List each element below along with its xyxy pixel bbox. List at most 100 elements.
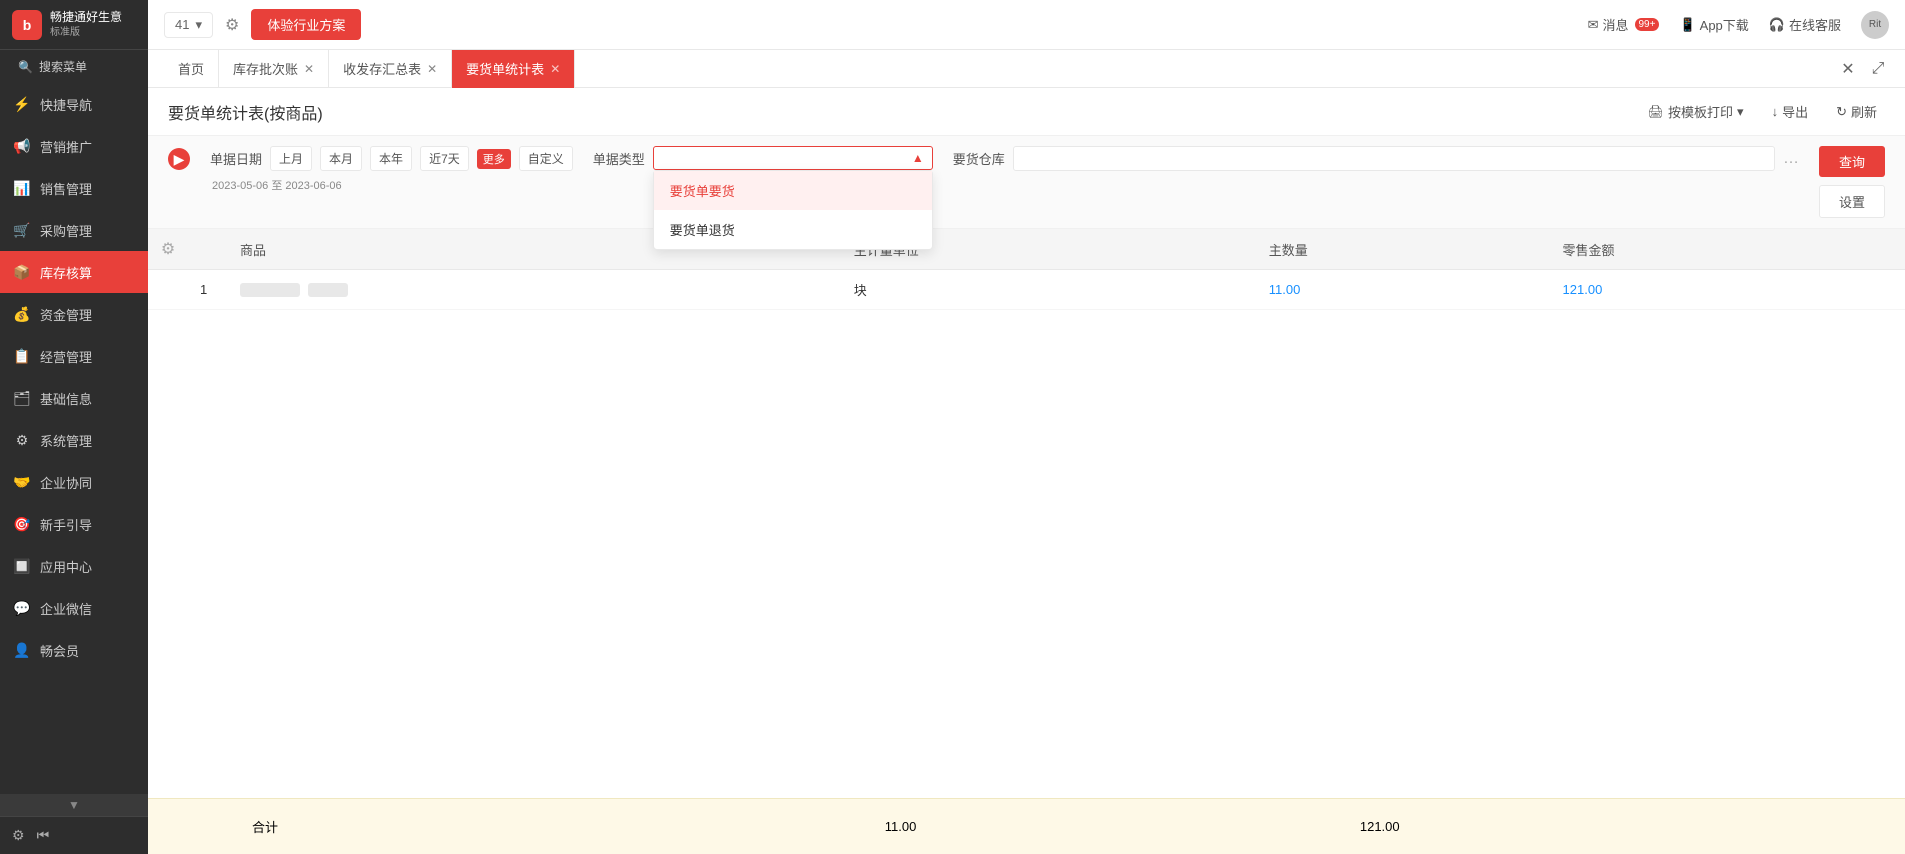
sidebar-item-finance[interactable]: 💰 资金管理: [0, 293, 148, 335]
sidebar-item-marketing[interactable]: 📢 营销推广: [0, 125, 148, 167]
sidebar-item-system[interactable]: ⚙ 系统管理: [0, 419, 148, 461]
tab-home[interactable]: 首页: [164, 50, 219, 88]
sidebar-item-inventory[interactable]: 📦 库存核算: [0, 251, 148, 293]
purchase-icon: 🛒: [12, 220, 32, 240]
sidebar-item-label: 畅会员: [40, 641, 79, 660]
tab-receivable-summary[interactable]: 收发存汇总表 ✕: [329, 50, 452, 88]
search-menu[interactable]: 🔍 搜索菜单: [0, 50, 148, 83]
footer-amount-cell: 121.00: [1348, 809, 1893, 844]
page-content: 要货单统计表(按商品) 🖨 按模板打印 ▾ ↓ 导出 ↻ 刷新 ▶: [148, 88, 1905, 854]
settings-col-header: ⚙: [148, 229, 188, 270]
product-cell: [228, 270, 842, 310]
basic-info-icon: 🗂: [12, 388, 32, 408]
messages-action[interactable]: ✉ 消息 99+: [1588, 15, 1660, 34]
sidebar-item-member[interactable]: 👤 畅会员: [0, 629, 148, 671]
logo-icon: b: [12, 10, 42, 40]
trial-button[interactable]: 体验行业方案: [251, 9, 361, 40]
dropdown-item-purchase-order[interactable]: 要货单要货: [654, 171, 932, 210]
table-row: 1 块 11.00 121.00: [148, 270, 1905, 310]
data-table: ⚙ 商品 主计量单位 主数量 零售金额 1: [148, 229, 1905, 310]
member-icon: 👤: [12, 640, 32, 660]
store-selector[interactable]: 41 ▾: [164, 12, 213, 38]
more-dates-btn[interactable]: 更多: [477, 149, 511, 169]
sales-icon: 📊: [12, 178, 32, 198]
sidebar-item-label: 库存核算: [40, 263, 92, 282]
export-label: 导出: [1782, 102, 1808, 121]
app-version: 标准版: [50, 26, 122, 39]
header-left: 41 ▾ ⚙ 体验行业方案: [164, 9, 361, 40]
header-settings-icon[interactable]: ⚙: [225, 15, 239, 35]
sidebar-item-label: 采购管理: [40, 221, 92, 240]
tab-controls: ✕ ⤢: [1837, 58, 1889, 80]
collapse-icon[interactable]: ⏮: [37, 827, 50, 844]
quick-nav-icon: ⚡: [12, 94, 32, 114]
print-template-button[interactable]: 🖨 按模板打印 ▾: [1640, 98, 1752, 125]
type-dropdown: 要货单要货 要货单退货: [653, 170, 933, 250]
filter-toggle-button[interactable]: ▶: [168, 148, 190, 170]
app-download-action[interactable]: 📱 App下载: [1679, 15, 1748, 34]
online-service-action[interactable]: 🎧 在线客服: [1769, 15, 1841, 34]
amount-cell: 121.00: [1551, 270, 1905, 310]
sidebar-scroll-down[interactable]: ▼: [0, 794, 148, 816]
avatar[interactable]: Rit: [1861, 11, 1889, 39]
warehouse-input[interactable]: [1013, 146, 1775, 171]
sidebar-item-purchase[interactable]: 🛒 采购管理: [0, 209, 148, 251]
sidebar-item-label: 基础信息: [40, 389, 92, 408]
index-col-header: [188, 229, 228, 270]
sidebar-item-enterprise-collab[interactable]: 🤝 企业协同: [0, 461, 148, 503]
sidebar-item-label: 经营管理: [40, 347, 92, 366]
settings-icon[interactable]: ⚙: [12, 827, 25, 844]
enterprise-collab-icon: 🤝: [12, 472, 32, 492]
table-header-row: ⚙ 商品 主计量单位 主数量 零售金额: [148, 229, 1905, 270]
print-icon: 🖨: [1648, 104, 1665, 120]
custom-date-btn[interactable]: 自定义: [519, 146, 573, 171]
message-badge: 99+: [1635, 18, 1660, 31]
tab-receivable-summary-close[interactable]: ✕: [427, 62, 437, 76]
messages-label: 消息: [1602, 15, 1628, 34]
tab-receivable-summary-label: 收发存汇总表: [343, 59, 421, 78]
sidebar-item-label: 快捷导航: [40, 95, 92, 114]
sidebar-item-label: 企业协同: [40, 473, 92, 492]
marketing-icon: 📢: [12, 136, 32, 156]
tab-order-stats-label: 要货单统计表: [466, 59, 544, 78]
sidebar-item-basic-info[interactable]: 🗂 基础信息: [0, 377, 148, 419]
export-icon: ↓: [1772, 104, 1779, 119]
sidebar-item-quick-nav[interactable]: ⚡ 快捷导航: [0, 83, 148, 125]
this-year-btn[interactable]: 本年: [370, 146, 412, 171]
product-placeholder-2: [308, 283, 348, 297]
amount-link[interactable]: 121.00: [1563, 282, 1603, 297]
sidebar-item-guide[interactable]: 🎯 新手引导: [0, 503, 148, 545]
tab-order-stats[interactable]: 要货单统计表 ✕: [452, 50, 575, 88]
query-button[interactable]: 查询: [1819, 146, 1885, 177]
type-select[interactable]: ▲: [653, 146, 933, 170]
sidebar-item-sales[interactable]: 📊 销售管理: [0, 167, 148, 209]
tab-inventory-batch-close[interactable]: ✕: [304, 62, 314, 76]
sidebar-nav: ⚡ 快捷导航 📢 营销推广 📊 销售管理 🛒 采购管理 📦 库存核算 💰 资金管…: [0, 83, 148, 794]
sidebar-item-app-center[interactable]: 🔲 应用中心: [0, 545, 148, 587]
last-month-btn[interactable]: 上月: [270, 146, 312, 171]
app-center-icon: 🔲: [12, 556, 32, 576]
sidebar-item-operations[interactable]: 📋 经营管理: [0, 335, 148, 377]
sidebar-item-enterprise-wechat[interactable]: 💬 企业微信: [0, 587, 148, 629]
column-settings-icon[interactable]: ⚙: [161, 241, 175, 258]
more-options-icon[interactable]: …: [1783, 150, 1799, 168]
footer-amount: 121.00: [1360, 819, 1400, 834]
set-button[interactable]: 设置: [1819, 185, 1885, 218]
export-button[interactable]: ↓ 导出: [1764, 98, 1817, 125]
tab-inventory-batch[interactable]: 库存批次账 ✕: [219, 50, 329, 88]
dropdown-item-purchase-return[interactable]: 要货单退货: [654, 210, 932, 249]
sidebar-footer: ⚙ ⏮: [0, 816, 148, 854]
amount-col-header: 零售金额: [1551, 229, 1905, 270]
tab-order-stats-close[interactable]: ✕: [550, 62, 560, 76]
quantity-link[interactable]: 11.00: [1269, 282, 1301, 297]
footer-quantity-cell: 11.00: [873, 809, 1348, 844]
footer-row: 合计 11.00 121.00: [160, 809, 1893, 844]
refresh-button[interactable]: ↻ 刷新: [1828, 98, 1885, 125]
type-filter-group: 单据类型 ▲ 要货单要货 要货单退货: [593, 146, 933, 170]
tab-maximize-button[interactable]: ⤢: [1867, 58, 1889, 80]
tab-close-all-button[interactable]: ✕: [1837, 58, 1859, 80]
online-service-label: 在线客服: [1789, 15, 1841, 34]
finance-icon: 💰: [12, 304, 32, 324]
last-7days-btn[interactable]: 近7天: [420, 146, 469, 171]
this-month-btn[interactable]: 本月: [320, 146, 362, 171]
